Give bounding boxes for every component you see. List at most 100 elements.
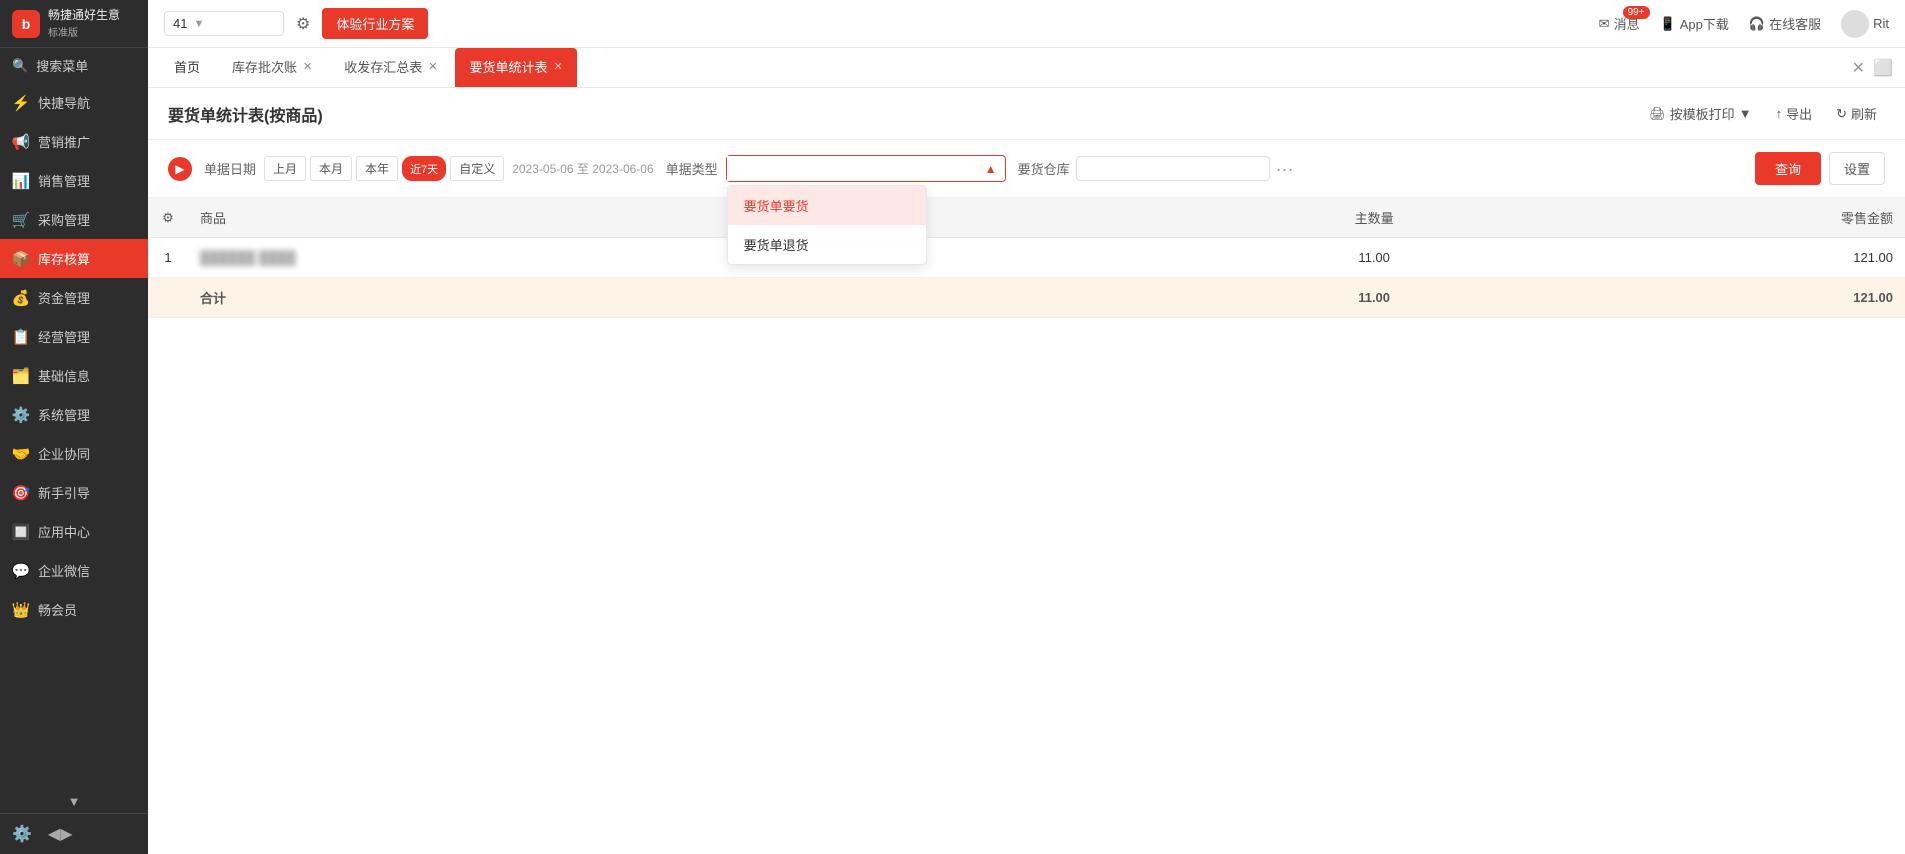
sidebar-item-label-appstore: 应用中心 [38, 522, 90, 541]
branch-selector[interactable]: 41 ▼ [164, 11, 284, 36]
tab-close-all-icon[interactable]: ✕ [1852, 58, 1865, 78]
topbar-gear-icon[interactable]: ⚙ [296, 14, 310, 34]
search-icon: 🔍 [12, 58, 28, 74]
export-btn[interactable]: ↑ 导出 [1768, 100, 1821, 127]
refresh-btn[interactable]: ↻ 刷新 [1828, 100, 1885, 127]
tab-order-stat-label: 要货单统计表 [469, 57, 547, 76]
filter-expand-btn[interactable]: ▶ [168, 157, 192, 181]
guide-icon: 🎯 [12, 484, 30, 502]
service-label: 在线客服 [1769, 14, 1821, 33]
warehouse-filter-input[interactable] [1085, 161, 1261, 176]
col-product: 商品 [188, 198, 779, 238]
branch-value: 41 [173, 16, 187, 31]
sidebar-item-finance[interactable]: 💰 资金管理 [0, 278, 148, 317]
warehouse-filter-label: 要货仓库 [1018, 159, 1070, 178]
page-inner: 要货单统计表(按商品) 🖨 按模板打印 ▼ ↑ 导出 ↻ 刷新 [148, 88, 1905, 854]
col-settings[interactable]: ⚙ [148, 198, 188, 238]
sidebar-item-label-system: 系统管理 [38, 405, 90, 424]
sidebar-item-label-member: 畅会员 [38, 600, 77, 619]
sales-icon: 📊 [12, 172, 30, 190]
logo-text-group: 畅捷通好生意 标准版 [48, 8, 120, 39]
footer-empty [148, 278, 188, 318]
type-dropdown: 要货单要货 要货单退货 [727, 185, 927, 265]
sidebar-item-base[interactable]: 🗂️ 基础信息 [0, 356, 148, 395]
refresh-label: 刷新 [1851, 104, 1877, 123]
app-download-btn[interactable]: 📱 App下载 [1660, 14, 1729, 33]
settings-btn[interactable]: 设置 [1829, 152, 1885, 185]
date-btn-prev-month[interactable]: 上月 [264, 156, 306, 181]
sidebar-item-cooperation[interactable]: 🤝 企业协同 [0, 434, 148, 473]
sidebar-item-marketing[interactable]: 📢 营销推广 [0, 122, 148, 161]
sidebar-item-label-cooperation: 企业协同 [38, 444, 90, 463]
sidebar-item-label-guide: 新手引导 [38, 483, 90, 502]
tab-order-stat[interactable]: 要货单统计表 ✕ [455, 48, 576, 87]
print-chevron-down-icon: ▼ [1739, 106, 1752, 121]
tabbar-actions: ✕ ⬜ [1852, 58, 1893, 78]
online-service-btn[interactable]: 🎧 在线客服 [1749, 14, 1821, 33]
print-icon: 🖨 [1649, 106, 1666, 122]
sidebar-item-label-quick-nav: 快捷导航 [38, 93, 90, 112]
industry-btn[interactable]: 体验行业方案 [322, 8, 428, 39]
sidebar-item-wechat[interactable]: 💬 企业微信 [0, 551, 148, 590]
tab-order-stat-close-icon[interactable]: ✕ [554, 60, 563, 73]
app-icon: 📱 [1660, 16, 1676, 32]
page-title: 要货单统计表(按商品) [168, 102, 323, 126]
tab-batch-account-close-icon[interactable]: ✕ [303, 60, 312, 73]
sidebar-item-label-base: 基础信息 [38, 366, 90, 385]
print-btn[interactable]: 🖨 按模板打印 ▼ [1641, 100, 1759, 127]
sidebar-search-item[interactable]: 🔍 搜索菜单 [0, 48, 148, 83]
marketing-icon: 📢 [12, 133, 30, 151]
sidebar-item-system[interactable]: ⚙️ 系统管理 [0, 395, 148, 434]
operations-icon: 📋 [12, 328, 30, 346]
sidebar-item-member[interactable]: 👑 畅会员 [0, 590, 148, 629]
tab-recv-send-label: 收发存汇总表 [344, 57, 422, 76]
user-avatar[interactable]: Rit [1841, 10, 1889, 38]
type-filter-input[interactable] [727, 156, 977, 181]
row-num: 1 [148, 238, 188, 278]
messages-btn[interactable]: ✉ 消息 99+ [1599, 14, 1640, 33]
row-product: ██████ ████ [188, 238, 779, 278]
avatar-img [1841, 10, 1869, 38]
warehouse-filter-input-wrapper [1076, 156, 1270, 181]
tab-recv-send[interactable]: 收发存汇总表 ✕ [330, 48, 451, 87]
cooperation-icon: 🤝 [12, 445, 30, 463]
settings-icon[interactable]: ⚙️ [12, 824, 32, 844]
type-filter-chevron-up-icon[interactable]: ▲ [977, 157, 1005, 181]
date-btn-this-month[interactable]: 本月 [310, 156, 352, 181]
date-btn-7days[interactable]: 近7天 [402, 156, 446, 181]
print-label: 按模板打印 [1670, 104, 1735, 123]
sidebar-item-sales[interactable]: 📊 销售管理 [0, 161, 148, 200]
date-btn-this-year[interactable]: 本年 [356, 156, 398, 181]
sidebar-item-inventory[interactable]: 📦 库存核算 [0, 239, 148, 278]
date-btn-custom[interactable]: 自定义 [450, 156, 504, 181]
sidebar-scroll-down[interactable]: ▼ [0, 790, 148, 813]
row-main-qty: 11.00 [1219, 238, 1530, 278]
sidebar-item-label-purchase: 采购管理 [38, 210, 90, 229]
query-btn[interactable]: 查询 [1755, 152, 1821, 185]
warehouse-filter-group: 要货仓库 ··· [1018, 156, 1294, 181]
row-retail-amt: 121.00 [1530, 238, 1905, 278]
tab-home[interactable]: 首页 [160, 48, 214, 87]
sidebar-item-label-marketing: 营销推广 [38, 132, 90, 151]
type-filter-group: 单据类型 ▲ 要货单要货 要货单退货 [666, 155, 1006, 182]
footer-label: 合计 [188, 278, 779, 318]
tab-recv-send-close-icon[interactable]: ✕ [428, 60, 437, 73]
dropdown-item-order-req[interactable]: 要货单要货 [728, 186, 926, 225]
sidebar: b 畅捷通好生意 标准版 🔍 搜索菜单 ⚡ 快捷导航 📢 营销推广 📊 销售管理… [0, 0, 148, 854]
page-actions: 🖨 按模板打印 ▼ ↑ 导出 ↻ 刷新 [1641, 100, 1885, 127]
filter-bar: ▶ 单据日期 上月 本月 本年 近7天 自定义 2023-05-06 至 202… [148, 140, 1905, 198]
sidebar-item-purchase[interactable]: 🛒 采购管理 [0, 200, 148, 239]
sidebar-item-operations[interactable]: 📋 经营管理 [0, 317, 148, 356]
sidebar-toggle-icon[interactable]: ◀▶ [48, 824, 73, 844]
sidebar-item-appstore[interactable]: 🔲 应用中心 [0, 512, 148, 551]
col-main-qty: 主数量 [1219, 198, 1530, 238]
filter-more-icon[interactable]: ··· [1276, 160, 1294, 178]
tab-batch-account[interactable]: 库存批次账 ✕ [218, 48, 326, 87]
finance-icon: 💰 [12, 289, 30, 307]
quick-nav-icon: ⚡ [12, 94, 30, 112]
type-filter-input-wrapper: ▲ 要货单要货 要货单退货 [726, 155, 1006, 182]
sidebar-item-quick-nav[interactable]: ⚡ 快捷导航 [0, 83, 148, 122]
sidebar-item-guide[interactable]: 🎯 新手引导 [0, 473, 148, 512]
tab-restore-icon[interactable]: ⬜ [1873, 58, 1893, 78]
dropdown-item-order-ret[interactable]: 要货单退货 [728, 225, 926, 264]
